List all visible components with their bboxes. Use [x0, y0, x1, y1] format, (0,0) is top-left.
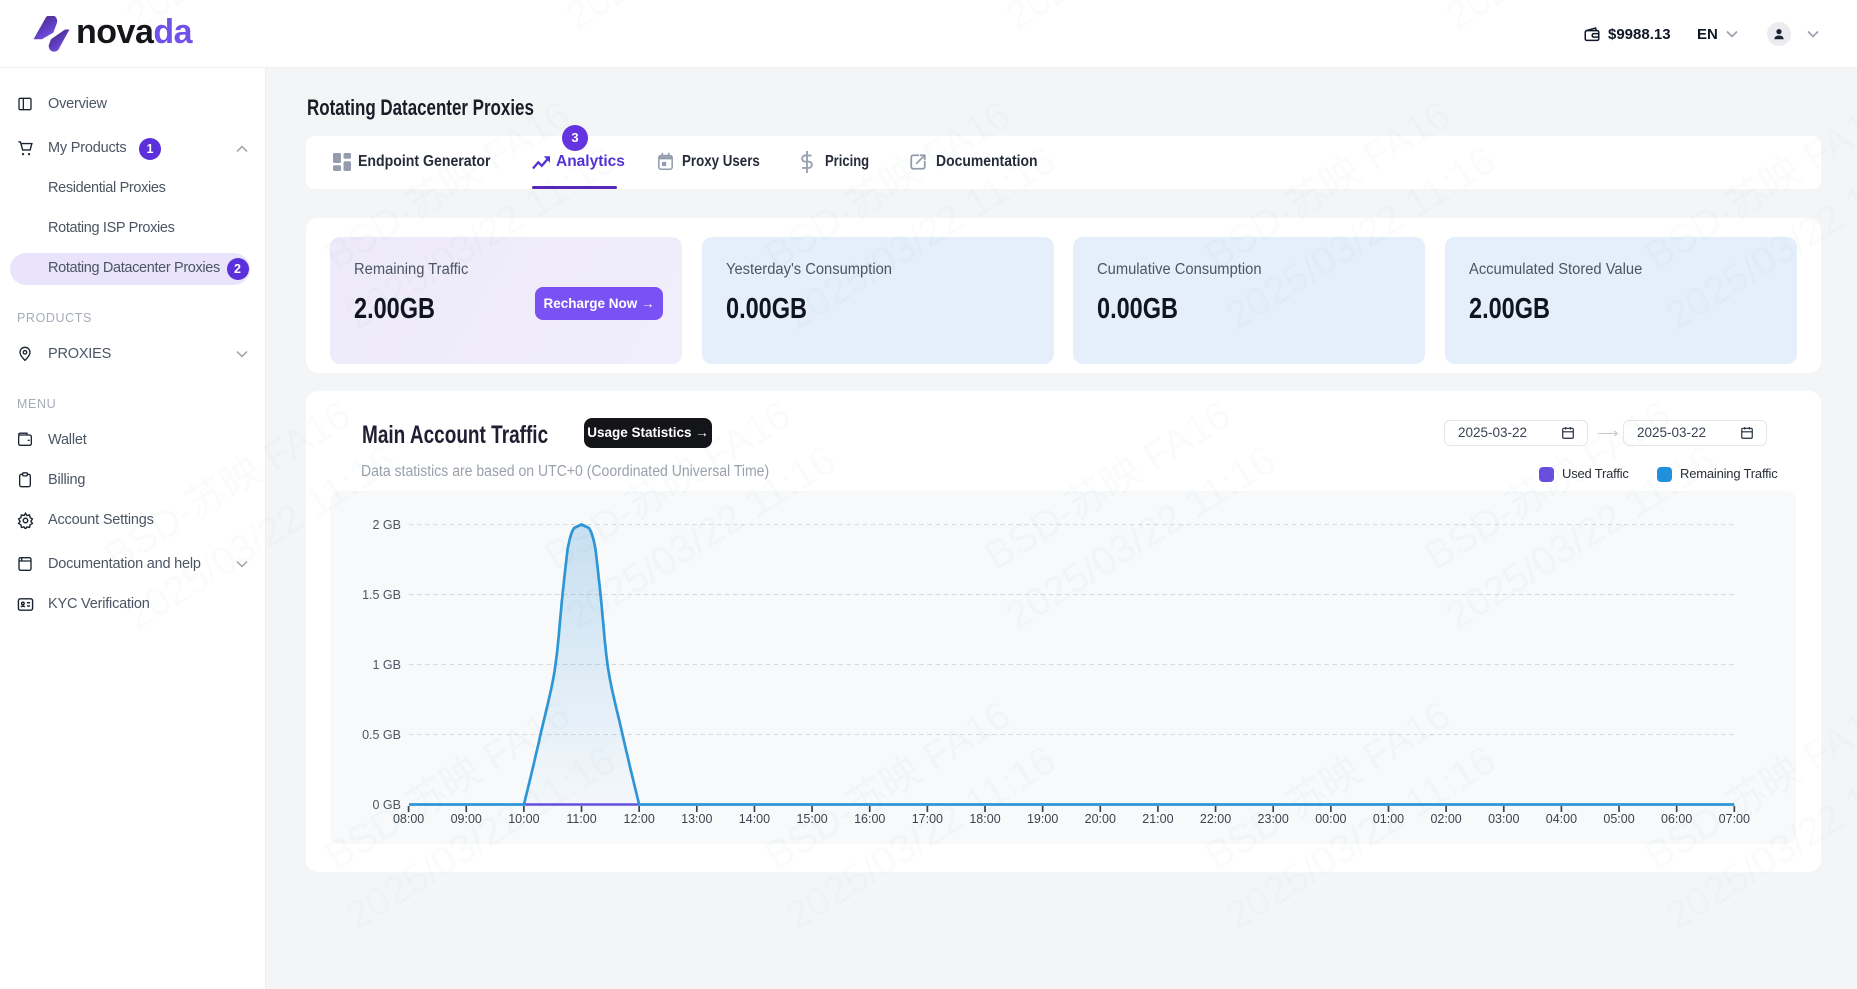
- svg-text:20:00: 20:00: [1085, 812, 1116, 826]
- svg-text:08:00: 08:00: [393, 812, 424, 826]
- svg-text:1.5 GB: 1.5 GB: [362, 588, 401, 602]
- svg-text:07:00: 07:00: [1719, 812, 1750, 826]
- svg-text:04:00: 04:00: [1546, 812, 1577, 826]
- svg-text:14:00: 14:00: [739, 812, 770, 826]
- svg-text:2 GB: 2 GB: [373, 518, 402, 532]
- svg-text:15:00: 15:00: [796, 812, 827, 826]
- svg-text:21:00: 21:00: [1142, 812, 1173, 826]
- svg-text:1 GB: 1 GB: [373, 658, 402, 672]
- svg-text:01:00: 01:00: [1373, 812, 1404, 826]
- svg-text:0 GB: 0 GB: [373, 798, 402, 812]
- svg-text:18:00: 18:00: [969, 812, 1000, 826]
- svg-text:22:00: 22:00: [1200, 812, 1231, 826]
- svg-text:06:00: 06:00: [1661, 812, 1692, 826]
- svg-text:00:00: 00:00: [1315, 812, 1346, 826]
- svg-text:03:00: 03:00: [1488, 812, 1519, 826]
- svg-text:17:00: 17:00: [912, 812, 943, 826]
- svg-text:09:00: 09:00: [451, 812, 482, 826]
- svg-text:02:00: 02:00: [1430, 812, 1461, 826]
- svg-text:16:00: 16:00: [854, 812, 885, 826]
- svg-text:19:00: 19:00: [1027, 812, 1058, 826]
- svg-text:23:00: 23:00: [1258, 812, 1289, 826]
- svg-text:12:00: 12:00: [624, 812, 655, 826]
- svg-text:11:00: 11:00: [566, 812, 596, 826]
- svg-text:05:00: 05:00: [1603, 812, 1634, 826]
- svg-text:10:00: 10:00: [508, 812, 539, 826]
- svg-text:13:00: 13:00: [681, 812, 712, 826]
- svg-text:0.5 GB: 0.5 GB: [362, 728, 401, 742]
